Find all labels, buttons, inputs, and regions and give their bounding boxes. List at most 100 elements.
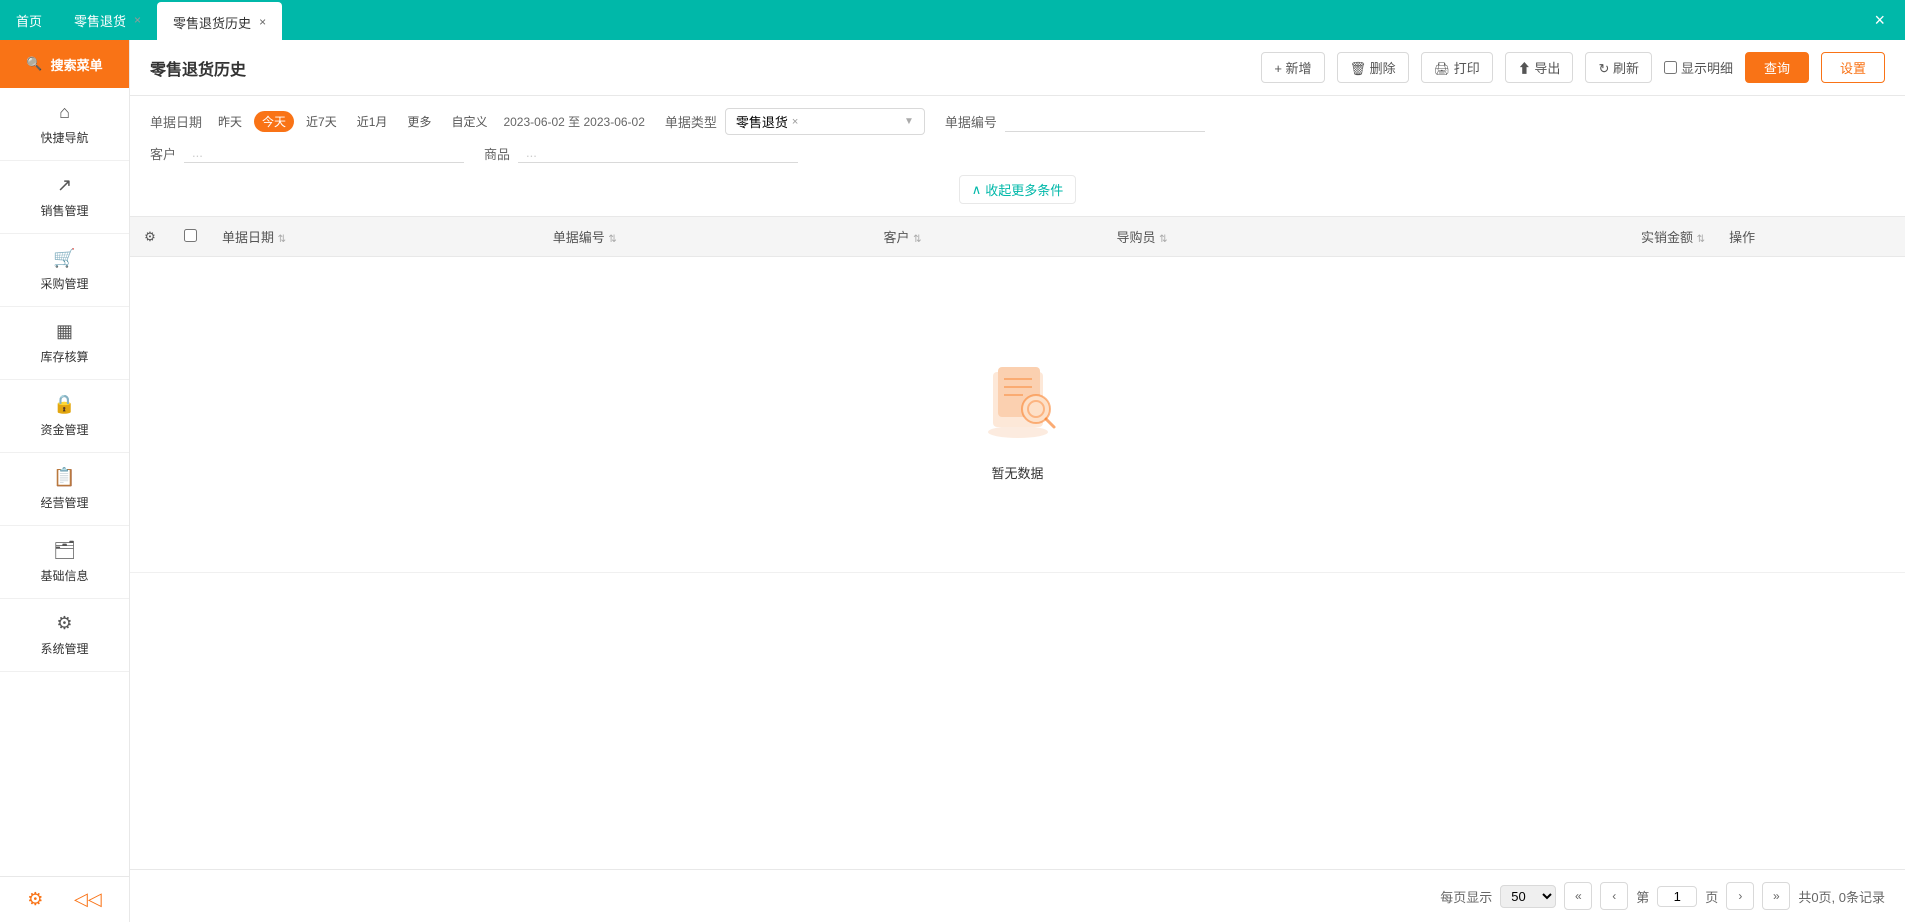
- main-layout: 🔍 搜索菜单 ⌂ 快捷导航 ↗ 销售管理 🛒 采购管理 ▦ 库存核算 🔒 资金管…: [0, 40, 1905, 922]
- table-container: ⚙ 单据日期 ⇅ 单据编号 ⇅: [130, 217, 1905, 869]
- th-doc-number[interactable]: 单据编号 ⇅: [541, 217, 872, 257]
- th-action-label: 操作: [1729, 230, 1755, 245]
- date-more[interactable]: 更多: [399, 111, 439, 132]
- print-button[interactable]: 🖨 打印: [1421, 52, 1493, 83]
- sort-icon-amount: ⇅: [1697, 234, 1705, 245]
- th-doc-date[interactable]: 单据日期 ⇅: [210, 217, 541, 257]
- prev-page-button[interactable]: ‹: [1600, 882, 1628, 910]
- sidebar-item-quick-nav[interactable]: ⌂ 快捷导航: [0, 88, 129, 161]
- add-button[interactable]: + 新增: [1261, 52, 1324, 83]
- tab-retail-return-close[interactable]: ×: [134, 13, 141, 27]
- show-detail-label: 显示明细: [1681, 58, 1733, 77]
- toolbar: + 新增 🗑 删除 🖨 打印 ⬆ 导出 ↻ 刷新 显示明细 查询 设置: [1261, 52, 1885, 83]
- empty-state-row: 暂无数据: [130, 257, 1905, 573]
- th-customer[interactable]: 客户 ⇅: [871, 217, 1104, 257]
- window-close-button[interactable]: ×: [1854, 10, 1905, 31]
- show-detail-checkbox[interactable]: [1664, 61, 1677, 74]
- tab-retail-return-history-label: 零售退货历史: [173, 13, 251, 32]
- sidebar-item-finance[interactable]: 🔒 资金管理: [0, 380, 129, 453]
- th-doc-number-label: 单据编号: [553, 230, 605, 245]
- collapse-button[interactable]: ∧ 收起更多条件: [959, 175, 1077, 204]
- doc-type-remove[interactable]: ×: [792, 116, 798, 128]
- date-today[interactable]: 今天: [254, 111, 294, 132]
- sidebar-item-ops-mgmt[interactable]: 📋 经营管理: [0, 453, 129, 526]
- settings-bottom-icon[interactable]: ⚙: [27, 889, 43, 910]
- query-button[interactable]: 查询: [1745, 52, 1809, 83]
- chevron-down-icon: ▼: [904, 116, 914, 127]
- search-icon: 🔍: [26, 56, 42, 72]
- empty-state-cell: 暂无数据: [130, 257, 1905, 573]
- sidebar-item-purchase-mgmt-label: 采购管理: [40, 275, 88, 292]
- export-button[interactable]: ⬆ 导出: [1505, 52, 1574, 83]
- top-bar: 首页 零售退货 × 零售退货历史 × ×: [0, 0, 1905, 40]
- refresh-button[interactable]: ↻ 刷新: [1585, 52, 1652, 83]
- page-number-input[interactable]: [1657, 886, 1697, 907]
- tab-retail-return-label: 零售退货: [74, 11, 126, 30]
- sys-icon: ⚙: [56, 613, 72, 634]
- goods-filter-item: 商品 ...: [484, 143, 798, 163]
- sidebar-item-basic-info-label: 基础信息: [40, 567, 88, 584]
- sidebar-item-purchase-mgmt[interactable]: 🛒 采购管理: [0, 234, 129, 307]
- setting-button[interactable]: 设置: [1821, 52, 1885, 83]
- filter-area: 单据日期 昨天 今天 近7天 近1月 更多 自定义 2023-06-02 至 2…: [130, 96, 1905, 217]
- last-page-button[interactable]: »: [1762, 882, 1790, 910]
- table-body: 暂无数据: [130, 257, 1905, 573]
- doc-number-input[interactable]: [1005, 112, 1205, 132]
- th-check[interactable]: [170, 217, 210, 257]
- tab-retail-return-history-close[interactable]: ×: [259, 15, 266, 29]
- delete-button[interactable]: 🗑 删除: [1337, 52, 1409, 83]
- sidebar-item-sales-mgmt[interactable]: ↗ 销售管理: [0, 161, 129, 234]
- next-page-button[interactable]: ›: [1726, 882, 1754, 910]
- sidebar-search[interactable]: 🔍 搜索菜单: [0, 40, 129, 88]
- per-page-select[interactable]: 50 10 20 100: [1500, 885, 1556, 908]
- date-filters: 昨天 今天 近7天 近1月 更多 自定义 2023-06-02 至 2023-0…: [210, 111, 645, 132]
- th-amount[interactable]: 实销金额 ⇅: [1386, 217, 1717, 257]
- th-doc-date-label: 单据日期: [222, 230, 274, 245]
- sort-icon-guide: ⇅: [1159, 234, 1167, 245]
- volume-icon[interactable]: ◁◁: [74, 889, 102, 910]
- th-gear[interactable]: ⚙: [130, 217, 170, 257]
- inventory-icon: ▦: [56, 321, 73, 342]
- goods-input[interactable]: ...: [518, 143, 798, 163]
- content-area: 零售退货历史 + 新增 🗑 删除 🖨 打印 ⬆ 导出 ↻ 刷新 显示明细 查询 …: [130, 40, 1905, 922]
- sidebar-item-quick-nav-label: 快捷导航: [40, 129, 88, 146]
- tab-retail-return-history[interactable]: 零售退货历史 ×: [157, 2, 282, 42]
- filter-row-2: 客户 ... 商品 ...: [150, 143, 1885, 163]
- th-guide-label: 导购员: [1116, 230, 1155, 245]
- page-title: 零售退货历史: [150, 56, 246, 80]
- sidebar-item-sys-mgmt-label: 系统管理: [40, 640, 88, 657]
- sort-icon-doc-date: ⇅: [278, 234, 286, 245]
- sidebar-search-label: 搜索菜单: [51, 55, 103, 74]
- tab-home[interactable]: 首页: [0, 0, 58, 40]
- show-detail-checkbox-label[interactable]: 显示明细: [1664, 58, 1733, 77]
- date-last7[interactable]: 近7天: [298, 111, 345, 132]
- date-filter-item: 单据日期 昨天 今天 近7天 近1月 更多 自定义 2023-06-02 至 2…: [150, 111, 645, 132]
- page-header: 零售退货历史 + 新增 🗑 删除 🖨 打印 ⬆ 导出 ↻ 刷新 显示明细 查询 …: [130, 40, 1905, 96]
- collapse-label: 收起更多条件: [985, 180, 1063, 199]
- sidebar-item-basic-info[interactable]: 🗂 基础信息: [0, 526, 129, 599]
- doc-number-filter-item: 单据编号: [945, 112, 1205, 132]
- doc-type-tag[interactable]: 零售退货 × ▼: [725, 108, 925, 135]
- sales-icon: ↗: [57, 175, 72, 196]
- sort-icon-doc-number: ⇅: [608, 234, 616, 245]
- doc-type-value: 零售退货: [736, 112, 788, 131]
- empty-state: 暂无数据: [142, 267, 1893, 562]
- tab-retail-return[interactable]: 零售退货 ×: [58, 0, 157, 40]
- date-last-month[interactable]: 近1月: [349, 111, 396, 132]
- doc-type-label: 单据类型: [665, 112, 717, 131]
- th-guide[interactable]: 导购员 ⇅: [1104, 217, 1386, 257]
- sidebar-item-inventory[interactable]: ▦ 库存核算: [0, 307, 129, 380]
- tab-home-label: 首页: [16, 11, 42, 30]
- date-yesterday[interactable]: 昨天: [210, 111, 250, 132]
- customer-input[interactable]: ...: [184, 143, 464, 163]
- select-all-checkbox[interactable]: [184, 229, 197, 242]
- first-page-button[interactable]: «: [1564, 882, 1592, 910]
- date-custom[interactable]: 自定义: [443, 111, 495, 132]
- gear-icon[interactable]: ⚙: [144, 229, 156, 244]
- table-header-row: ⚙ 单据日期 ⇅ 单据编号 ⇅: [130, 217, 1905, 257]
- sidebar-item-sys-mgmt[interactable]: ⚙ 系统管理: [0, 599, 129, 672]
- doc-number-label: 单据编号: [945, 112, 997, 131]
- goods-filter-label: 商品: [484, 144, 510, 163]
- sidebar-bottom: ⚙ ◁◁: [0, 876, 129, 922]
- data-table: ⚙ 单据日期 ⇅ 单据编号 ⇅: [130, 217, 1905, 573]
